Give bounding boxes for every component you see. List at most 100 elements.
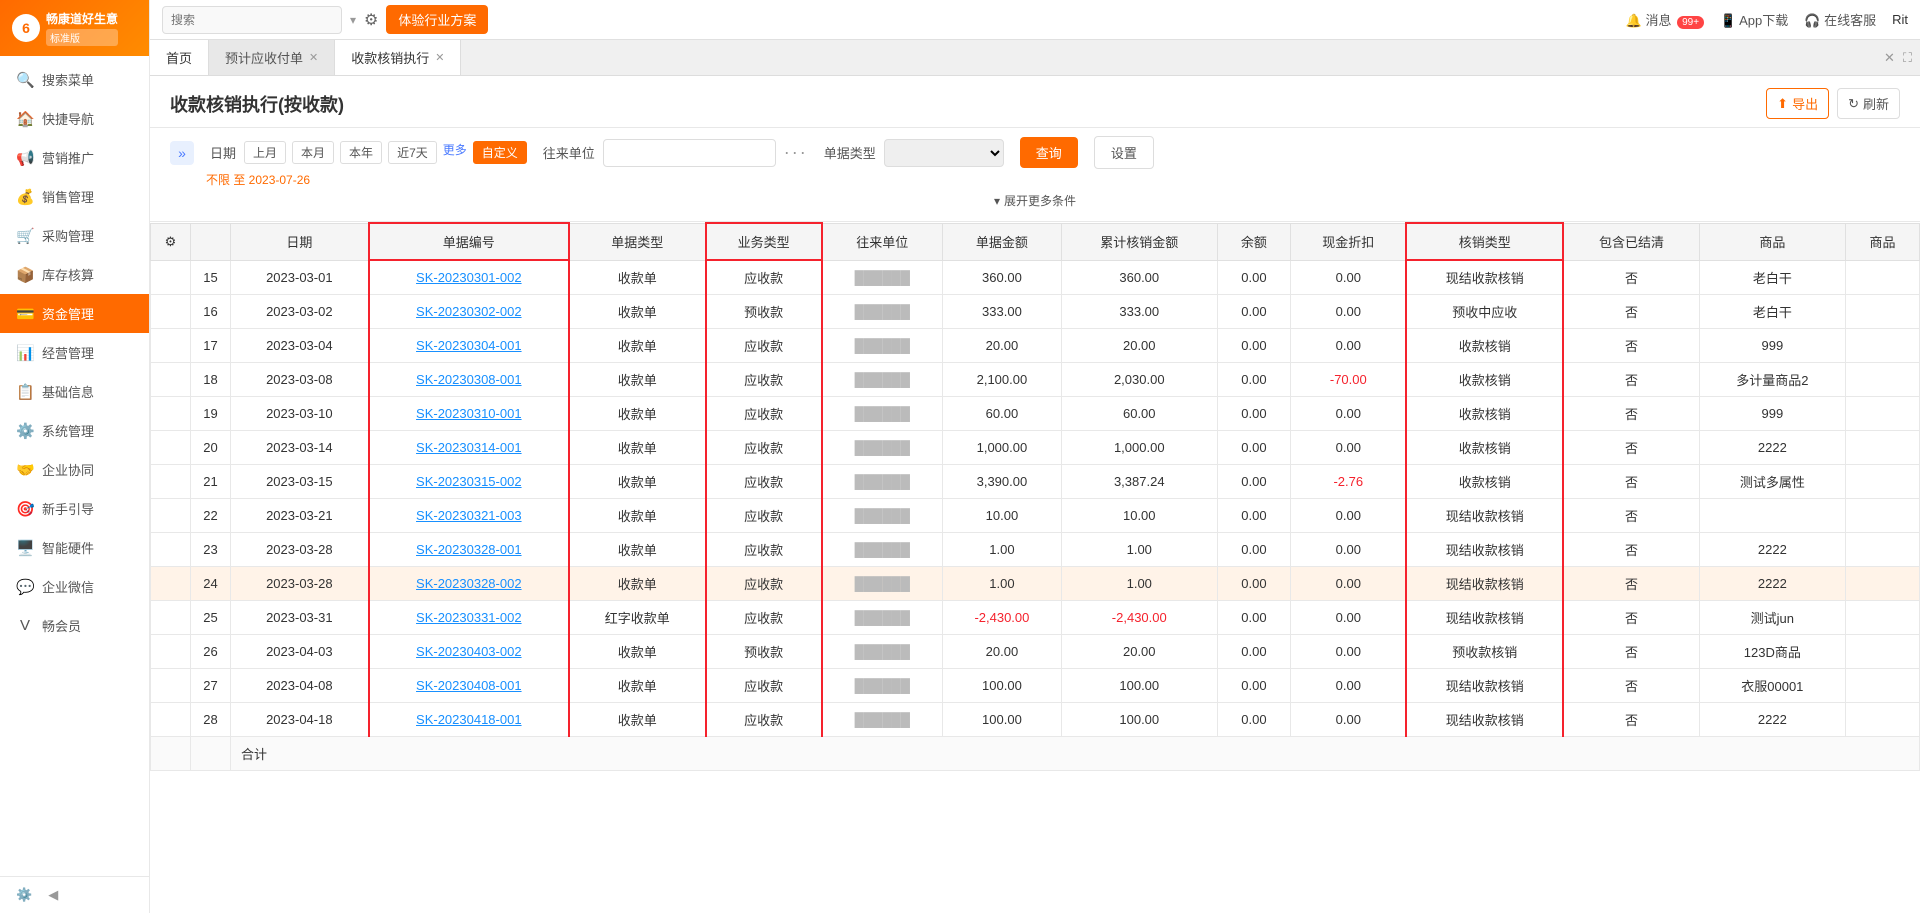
cell-balance: 0.00 [1217,431,1291,465]
bill-no-link[interactable]: SK-20230403-002 [416,644,522,659]
sidebar-item-finance[interactable]: 💳 资金管理 [0,294,149,333]
sidebar-item-hardware[interactable]: 🖥️ 智能硬件 [0,528,149,567]
sidebar-item-newbie[interactable]: 🎯 新手引导 [0,489,149,528]
bill-no-link[interactable]: SK-20230315-002 [416,474,522,489]
settings-icon[interactable]: ⚙️ [16,887,32,903]
bill-no-link[interactable]: SK-20230304-001 [416,338,522,353]
collapse-icon[interactable]: ◀ [48,887,58,903]
tab-payment-exec[interactable]: 收款核销执行 ✕ [335,40,461,75]
sidebar-item-inventory[interactable]: 📦 库存核算 [0,255,149,294]
date-btn-last-month[interactable]: 上月 [244,141,286,164]
cell-bill-no: SK-20230331-002 [369,601,569,635]
topbar-search-input[interactable] [162,6,342,34]
date-btn-7days[interactable]: 近7天 [388,141,437,164]
date-btn-this-month[interactable]: 本月 [292,141,334,164]
tab-payment-list-close[interactable]: ✕ [309,51,318,64]
sidebar-item-quick-nav[interactable]: 🏠 快捷导航 [0,99,149,138]
notification-item[interactable]: 🔔 消息 99+ [1626,10,1704,29]
table-row[interactable]: 19 2023-03-10 SK-20230310-001 收款单 应收款 ██… [151,397,1920,431]
export-button[interactable]: ⬆ 导出 [1766,88,1829,119]
filter-party-input[interactable] [603,139,776,167]
topbar-dropdown-arrow[interactable]: ▾ [350,13,356,27]
table-row[interactable]: 24 2023-03-28 SK-20230328-002 收款单 应收款 ██… [151,567,1920,601]
date-more-btn[interactable]: 更多 [443,141,467,164]
cell-bill-type: 收款单 [569,397,706,431]
filter-bill-type-select[interactable] [884,139,1004,167]
cell-party: ██████ [822,703,943,737]
bill-no-link[interactable]: SK-20230302-002 [416,304,522,319]
table-row[interactable]: 28 2023-04-18 SK-20230418-001 收款单 应收款 ██… [151,703,1920,737]
table-row[interactable]: 27 2023-04-08 SK-20230408-001 收款单 应收款 ██… [151,669,1920,703]
table-row[interactable]: 21 2023-03-15 SK-20230315-002 收款单 应收款 ██… [151,465,1920,499]
tab-expand-icon[interactable]: ⛶ [1903,50,1912,66]
table-header-row: ⚙ 日期 单据编号 单据类型 业务类型 往来单位 单据金额 累计核销金额 余额 … [151,223,1920,260]
online-service-item[interactable]: 🎧 在线客服 [1804,10,1876,29]
sidebar-item-basic[interactable]: 📋 基础信息 [0,372,149,411]
sidebar-item-search[interactable]: 🔍 搜索菜单 [0,60,149,99]
tab-payment-list[interactable]: 预计应收付单 ✕ [209,40,335,75]
table-row[interactable]: 17 2023-03-04 SK-20230304-001 收款单 应收款 ██… [151,329,1920,363]
sidebar-item-operation[interactable]: 📊 经营管理 [0,333,149,372]
sidebar-item-member[interactable]: V 畅会员 [0,606,149,645]
app-download-item[interactable]: 📱 App下载 [1720,10,1788,29]
filter-bill-type-group: 单据类型 [824,139,1004,167]
cell-bill-no: SK-20230403-002 [369,635,569,669]
sidebar-item-marketing[interactable]: 📢 营销推广 [0,138,149,177]
sidebar-item-wechat[interactable]: 💬 企业微信 [0,567,149,606]
th-gear[interactable]: ⚙ [151,223,191,260]
sidebar-item-sales[interactable]: 💰 销售管理 [0,177,149,216]
table-row[interactable]: 25 2023-03-31 SK-20230331-002 红字收款单 应收款 … [151,601,1920,635]
tab-payment-exec-close[interactable]: ✕ [435,51,444,64]
table-row[interactable]: 23 2023-03-28 SK-20230328-001 收款单 应收款 ██… [151,533,1920,567]
table-row[interactable]: 20 2023-03-14 SK-20230314-001 收款单 应收款 ██… [151,431,1920,465]
sidebar-item-enterprise[interactable]: 🤝 企业协同 [0,450,149,489]
bill-no-link[interactable]: SK-20230408-001 [416,678,522,693]
bill-no-link[interactable]: SK-20230418-001 [416,712,522,727]
topbar-gear-icon[interactable]: ⚙ [364,10,378,30]
user-name[interactable]: Rit [1892,12,1908,27]
tab-close-all-icon[interactable]: ✕ [1884,50,1895,66]
bill-no-link[interactable]: SK-20230328-002 [416,576,522,591]
expand-more-button[interactable]: ▾ 展开更多条件 [994,192,1076,209]
bill-no-link[interactable]: SK-20230308-001 [416,372,522,387]
refresh-button[interactable]: ↻ 刷新 [1837,88,1900,119]
hardware-icon: 🖥️ [16,539,34,557]
sidebar-item-system[interactable]: ⚙️ 系统管理 [0,411,149,450]
filter-party-dots[interactable]: ··· [784,142,808,163]
cell-cancel-type: 现结收款核销 [1406,601,1563,635]
cell-party: ██████ [822,465,943,499]
cell-cancel-type: 现结收款核销 [1406,533,1563,567]
tab-home[interactable]: 首页 [150,40,209,75]
table-row[interactable]: 16 2023-03-02 SK-20230302-002 收款单 预收款 ██… [151,295,1920,329]
table-row[interactable]: 15 2023-03-01 SK-20230301-002 收款单 应收款 ██… [151,260,1920,295]
settings-button[interactable]: 设置 [1094,136,1154,169]
bill-no-link[interactable]: SK-20230314-001 [416,440,522,455]
cell-goods: 老白干 [1699,295,1845,329]
sidebar-item-purchase[interactable]: 🛒 采购管理 [0,216,149,255]
bill-no-link[interactable]: SK-20230328-001 [416,542,522,557]
cell-biz-type: 应收款 [706,499,822,533]
sidebar: 6 畅康道好生意 标准版 🔍 搜索菜单 🏠 快捷导航 📢 营销推广 💰 销售管理… [0,0,150,913]
cell-bill-type: 收款单 [569,465,706,499]
cell-party: ██████ [822,329,943,363]
cell-goods: 123D商品 [1699,635,1845,669]
date-btn-this-year[interactable]: 本年 [340,141,382,164]
cell-cumulative-amount: 2,030.00 [1062,363,1217,397]
table-row[interactable]: 22 2023-03-21 SK-20230321-003 收款单 应收款 ██… [151,499,1920,533]
bill-no-link[interactable]: SK-20230301-002 [416,270,522,285]
date-btn-custom[interactable]: 自定义 [473,141,527,164]
th-goods2: 商品 [1846,223,1920,260]
query-button[interactable]: 查询 [1020,137,1078,168]
cell-balance: 0.00 [1217,363,1291,397]
cell-index: 17 [191,329,231,363]
bill-no-link[interactable]: SK-20230310-001 [416,406,522,421]
bill-no-link[interactable]: SK-20230321-003 [416,508,522,523]
column-settings-icon[interactable]: ⚙ [165,234,177,249]
table-row[interactable]: 18 2023-03-08 SK-20230308-001 收款单 应收款 ██… [151,363,1920,397]
table-footer-row: 合计 [151,737,1920,771]
bill-no-link[interactable]: SK-20230331-002 [416,610,522,625]
industry-plan-button[interactable]: 体验行业方案 [386,5,488,34]
table-row[interactable]: 26 2023-04-03 SK-20230403-002 收款单 预收款 ██… [151,635,1920,669]
filter-expand-button[interactable]: » [170,141,194,165]
footer-cell-index [191,737,231,771]
